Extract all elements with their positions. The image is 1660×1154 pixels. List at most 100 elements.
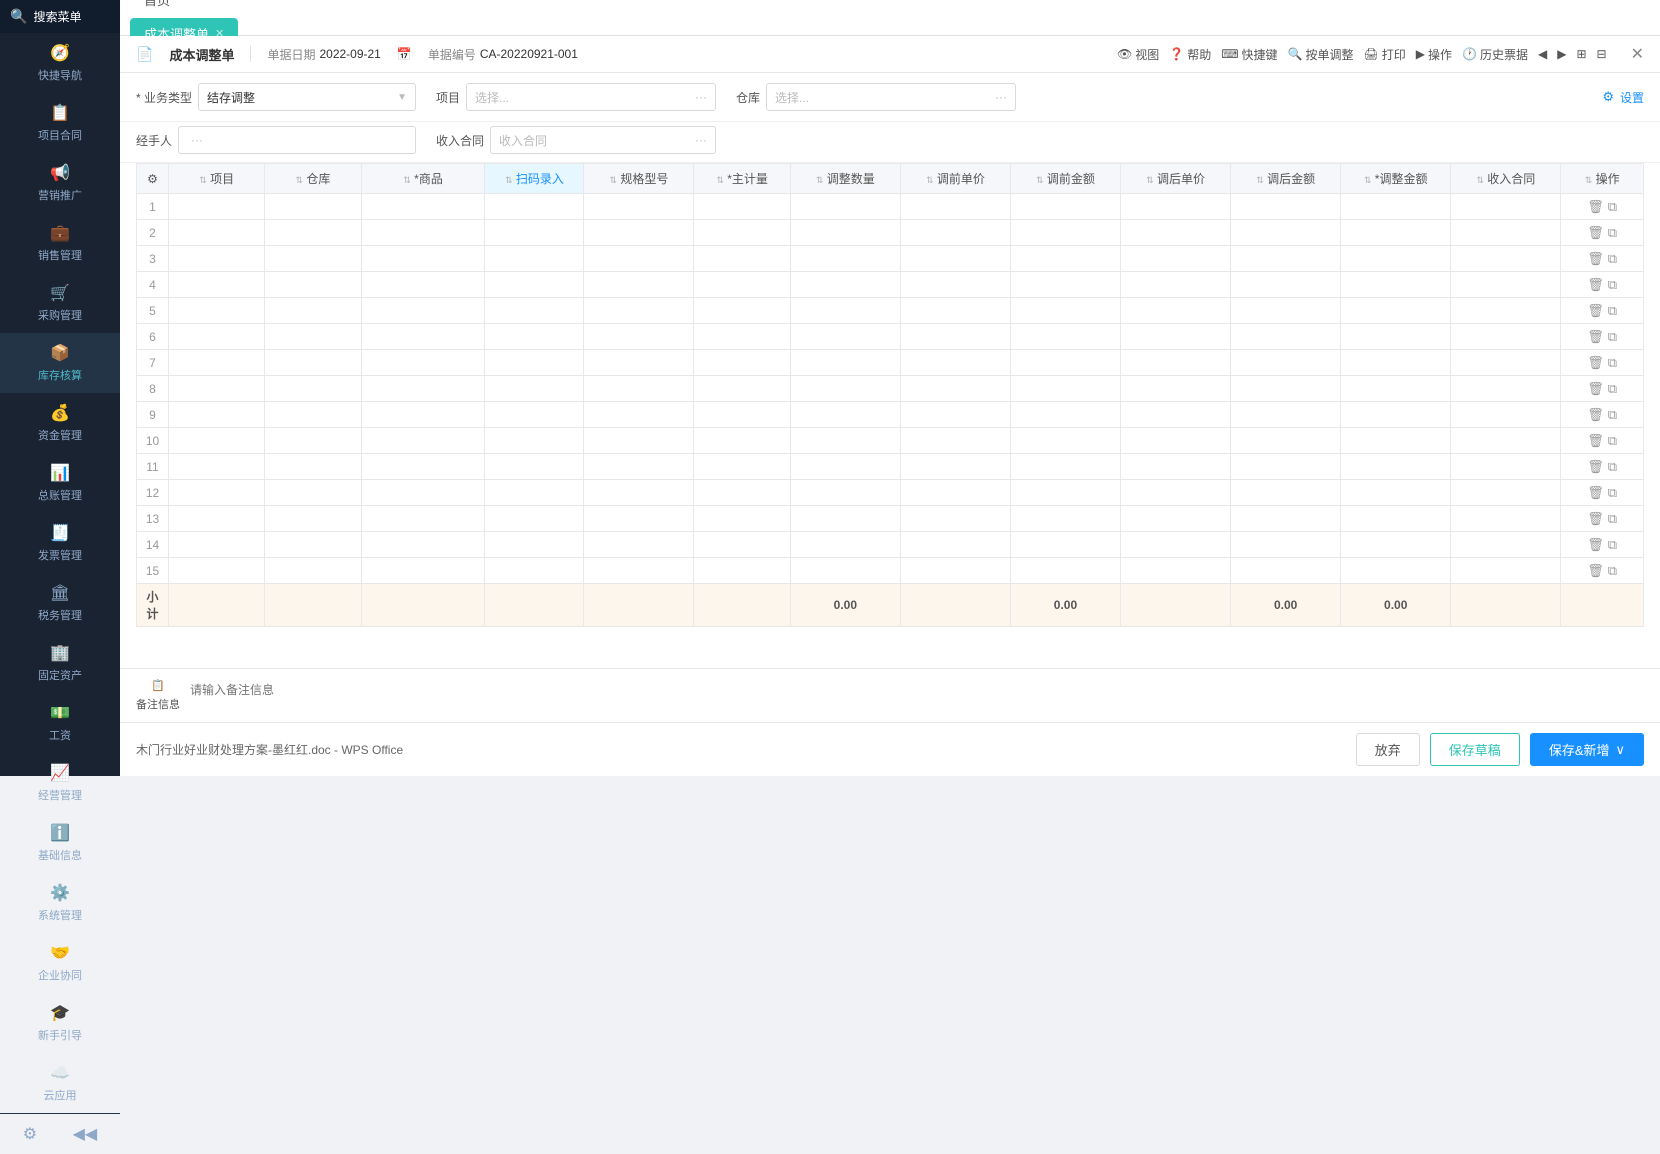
sidebar-item-inventory-accounting[interactable]: 📦 库存核算 [0, 333, 120, 393]
cell-warehouse[interactable] [265, 558, 361, 584]
cell-before_amount[interactable] [1010, 480, 1120, 506]
cell-before_price[interactable] [900, 194, 1010, 220]
cell-after_amount[interactable] [1231, 532, 1341, 558]
cell-before_price[interactable] [900, 480, 1010, 506]
cell-scan[interactable] [485, 272, 584, 298]
cell-product[interactable] [361, 428, 485, 454]
cell-qty[interactable] [790, 194, 900, 220]
save-new-button[interactable]: 保存&新增 ∨ [1530, 733, 1644, 766]
cell-after_amount[interactable] [1231, 324, 1341, 350]
cell-before_amount[interactable] [1010, 376, 1120, 402]
discard-button[interactable]: 放弃 [1356, 733, 1420, 766]
cell-project[interactable] [169, 350, 265, 376]
cell-product[interactable] [361, 350, 485, 376]
cell-after_price[interactable] [1121, 246, 1231, 272]
cell-warehouse[interactable] [265, 506, 361, 532]
cell-spec[interactable] [584, 532, 694, 558]
cell-before_price[interactable] [900, 402, 1010, 428]
cell-income_contract[interactable] [1451, 506, 1561, 532]
cell-income_contract[interactable] [1451, 402, 1561, 428]
copy-icon[interactable]: ⧉ [1608, 355, 1617, 371]
cell-income_contract[interactable] [1451, 272, 1561, 298]
cell-income_contract[interactable] [1451, 246, 1561, 272]
delete-icon[interactable]: 🗑 [1587, 329, 1604, 345]
cell-qty[interactable] [790, 428, 900, 454]
cell-spec[interactable] [584, 558, 694, 584]
cell-spec[interactable] [584, 194, 694, 220]
cell-qty[interactable] [790, 220, 900, 246]
cell-after_amount[interactable] [1231, 402, 1341, 428]
cell-before_amount[interactable] [1010, 298, 1120, 324]
cell-project[interactable] [169, 480, 265, 506]
cell-qty[interactable] [790, 298, 900, 324]
cell-warehouse[interactable] [265, 376, 361, 402]
cell-before_price[interactable] [900, 454, 1010, 480]
cell-before_amount[interactable] [1010, 454, 1120, 480]
cell-before_price[interactable] [900, 324, 1010, 350]
cell-adjust_amount[interactable] [1341, 298, 1451, 324]
header-action-review[interactable]: 🔍 按单调整 [1288, 46, 1354, 63]
cell-qty[interactable] [790, 350, 900, 376]
cell-income_contract[interactable] [1451, 376, 1561, 402]
cell-warehouse[interactable] [265, 272, 361, 298]
cell-income_contract[interactable] [1451, 454, 1561, 480]
cell-income_contract[interactable] [1451, 480, 1561, 506]
cell-product[interactable] [361, 246, 485, 272]
cell-product[interactable] [361, 220, 485, 246]
cell-project[interactable] [169, 376, 265, 402]
delete-icon[interactable]: 🗑 [1587, 407, 1604, 423]
cell-after_amount[interactable] [1231, 480, 1341, 506]
cell-before_amount[interactable] [1010, 402, 1120, 428]
sidebar-item-purchase-management[interactable]: 🛒 采购管理 [0, 273, 120, 333]
cell-qty[interactable] [790, 558, 900, 584]
header-action-expand1[interactable]: ⊞ [1576, 47, 1586, 61]
cell-after_amount[interactable] [1231, 506, 1341, 532]
cell-before_amount[interactable] [1010, 532, 1120, 558]
cell-warehouse[interactable] [265, 480, 361, 506]
cell-spec[interactable] [584, 324, 694, 350]
sidebar-item-basic-info[interactable]: ℹ️ 基础信息 [0, 813, 120, 873]
cell-qty[interactable] [790, 376, 900, 402]
remarks-input[interactable] [190, 679, 1644, 701]
cell-project[interactable] [169, 324, 265, 350]
copy-icon[interactable]: ⧉ [1608, 303, 1617, 319]
cell-product[interactable] [361, 454, 485, 480]
col-header-settings[interactable]: ⚙ [137, 164, 169, 194]
cell-adjust_amount[interactable] [1341, 220, 1451, 246]
settings-icon[interactable]: ⚙ [23, 1124, 37, 1144]
sidebar-item-tax-management[interactable]: 🏛 税务管理 [0, 573, 120, 633]
cell-product[interactable] [361, 506, 485, 532]
cell-project[interactable] [169, 428, 265, 454]
cell-adjust_amount[interactable] [1341, 246, 1451, 272]
sidebar-search[interactable]: 🔍 搜索菜单 [0, 0, 120, 33]
cell-qty[interactable] [790, 480, 900, 506]
cell-unit[interactable] [694, 454, 790, 480]
close-button[interactable]: ✕ [1631, 44, 1644, 64]
copy-icon[interactable]: ⧉ [1608, 511, 1617, 527]
cell-after_amount[interactable] [1231, 194, 1341, 220]
cell-spec[interactable] [584, 454, 694, 480]
delete-icon[interactable]: 🗑 [1587, 485, 1604, 501]
date-value[interactable]: 2022-09-21 [319, 47, 380, 61]
cell-scan[interactable] [485, 298, 584, 324]
cell-after_price[interactable] [1121, 220, 1231, 246]
cell-warehouse[interactable] [265, 298, 361, 324]
cell-after_amount[interactable] [1231, 272, 1341, 298]
cell-scan[interactable] [485, 194, 584, 220]
cell-adjust_amount[interactable] [1341, 558, 1451, 584]
cell-adjust_amount[interactable] [1341, 376, 1451, 402]
cell-before_price[interactable] [900, 350, 1010, 376]
cell-warehouse[interactable] [265, 350, 361, 376]
cell-qty[interactable] [790, 324, 900, 350]
cell-scan[interactable] [485, 454, 584, 480]
cell-qty[interactable] [790, 532, 900, 558]
header-action-help[interactable]: ❓ 帮助 [1169, 46, 1211, 63]
cell-spec[interactable] [584, 298, 694, 324]
sidebar-item-payroll[interactable]: 💵 工资 [0, 693, 120, 753]
cell-unit[interactable] [694, 246, 790, 272]
header-action-print[interactable]: 🖨 打印 [1364, 46, 1406, 63]
cell-after_price[interactable] [1121, 532, 1231, 558]
cell-unit[interactable] [694, 376, 790, 402]
cell-project[interactable] [169, 506, 265, 532]
header-action-operate[interactable]: ▶ 操作 [1416, 46, 1452, 63]
